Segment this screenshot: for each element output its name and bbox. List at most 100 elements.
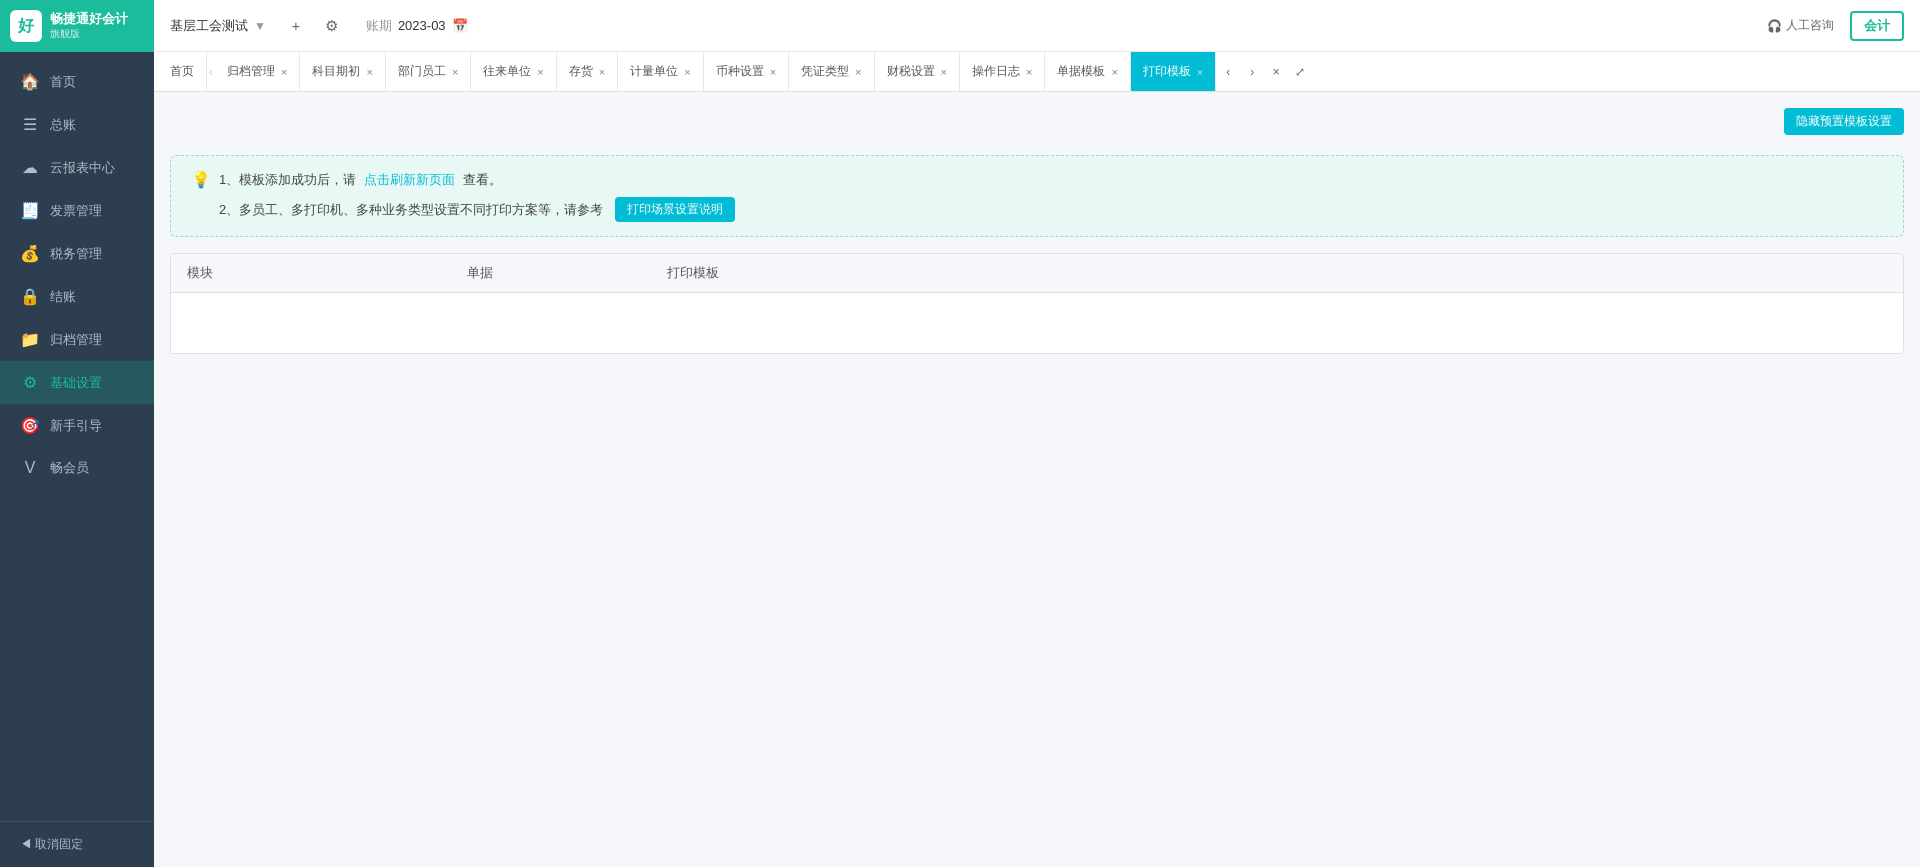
sidebar-item-guide[interactable]: 🎯 新手引导 bbox=[0, 404, 154, 447]
tax-icon: 💰 bbox=[20, 244, 40, 263]
tab-currency[interactable]: 币种设置 × bbox=[704, 52, 789, 92]
help-button[interactable]: 🎧 人工咨询 bbox=[1759, 13, 1842, 38]
notice-line1-suffix: 查看。 bbox=[463, 171, 502, 189]
sidebar-item-ledger[interactable]: ☰ 总账 bbox=[0, 103, 154, 146]
tab-prev-button[interactable]: ‹ bbox=[1216, 52, 1240, 92]
sidebar-item-label: 税务管理 bbox=[50, 245, 102, 263]
tab-unit[interactable]: 计量单位 × bbox=[618, 52, 703, 92]
sidebar-item-close[interactable]: 🔒 结账 bbox=[0, 275, 154, 318]
tab-subject-label: 科目期初 bbox=[312, 63, 360, 80]
tab-archive[interactable]: 归档管理 × bbox=[215, 52, 300, 92]
tab-close-icon[interactable]: × bbox=[1111, 66, 1117, 78]
sidebar-item-member[interactable]: V 畅会员 bbox=[0, 447, 154, 489]
project-name: 基层工会测试 bbox=[170, 17, 248, 35]
tab-home-label: 首页 bbox=[170, 63, 194, 80]
topbar-right: 🎧 人工咨询 会计 bbox=[1759, 11, 1904, 41]
tab-home[interactable]: 首页 bbox=[158, 52, 207, 92]
cloud-icon: ☁ bbox=[20, 158, 40, 177]
tab-tax-settings-label: 财税设置 bbox=[887, 63, 935, 80]
lock-icon: 🔒 bbox=[20, 287, 40, 306]
guide-icon: 🎯 bbox=[20, 416, 40, 435]
col-module: 模块 bbox=[187, 264, 467, 282]
tab-single-template-label: 单据模板 bbox=[1057, 63, 1105, 80]
logo-text-group: 畅捷通好会计 旗舰版 bbox=[50, 11, 128, 41]
sidebar-item-reports[interactable]: ☁ 云报表中心 bbox=[0, 146, 154, 189]
home-icon: 🏠 bbox=[20, 72, 40, 91]
tab-operation-log[interactable]: 操作日志 × bbox=[960, 52, 1045, 92]
tab-close-all-button[interactable]: × bbox=[1264, 52, 1288, 92]
toggle-template-button[interactable]: 隐藏预置模板设置 bbox=[1784, 108, 1904, 135]
tab-subject[interactable]: 科目期初 × bbox=[300, 52, 385, 92]
unpin-button[interactable]: ◀ 取消固定 bbox=[0, 821, 154, 867]
sidebar-item-archive[interactable]: 📁 归档管理 bbox=[0, 318, 154, 361]
sidebar-item-tax[interactable]: 💰 税务管理 bbox=[0, 232, 154, 275]
print-scene-button[interactable]: 打印场景设置说明 bbox=[615, 197, 735, 222]
data-table: 模块 单据 打印模板 bbox=[170, 253, 1904, 354]
tab-close-icon[interactable]: × bbox=[941, 66, 947, 78]
unpin-label: ◀ 取消固定 bbox=[20, 836, 83, 853]
tab-separator: ‹ bbox=[207, 65, 215, 79]
sidebar-item-label: 新手引导 bbox=[50, 417, 102, 435]
tab-close-icon[interactable]: × bbox=[855, 66, 861, 78]
tab-unit-label: 计量单位 bbox=[630, 63, 678, 80]
app-name: 畅捷通好会计 bbox=[50, 11, 128, 27]
sidebar-item-basic[interactable]: ⚙ 基础设置 bbox=[0, 361, 154, 404]
tab-archive-label: 归档管理 bbox=[227, 63, 275, 80]
period-label: 账期 bbox=[366, 17, 392, 35]
app-logo: 好 畅捷通好会计 旗舰版 bbox=[0, 0, 154, 52]
tab-print-template-label: 打印模板 bbox=[1143, 63, 1191, 80]
sidebar-item-label: 结账 bbox=[50, 288, 76, 306]
col-voucher: 单据 bbox=[467, 264, 667, 282]
sidebar-item-label: 归档管理 bbox=[50, 331, 102, 349]
notice-box: 💡 1、模板添加成功后，请 点击刷新新页面 查看。 2、多员工、多打印机、多种业… bbox=[170, 155, 1904, 237]
tab-print-template[interactable]: 打印模板 × bbox=[1131, 52, 1216, 92]
content-header: 隐藏预置模板设置 bbox=[170, 108, 1904, 145]
tab-close-icon[interactable]: × bbox=[684, 66, 690, 78]
topbar: 基层工会测试 ▼ + ⚙ 账期 2023-03 📅 🎧 人工咨询 会计 bbox=[154, 0, 1920, 52]
tab-close-icon[interactable]: × bbox=[770, 66, 776, 78]
notice-row-1: 💡 1、模板添加成功后，请 点击刷新新页面 查看。 bbox=[191, 170, 1883, 189]
tab-expand-button[interactable]: ⤢ bbox=[1288, 52, 1312, 92]
sidebar-item-home[interactable]: 🏠 首页 bbox=[0, 60, 154, 103]
notice-line1-prefix: 1、模板添加成功后，请 bbox=[219, 171, 356, 189]
kuaiji-button[interactable]: 会计 bbox=[1850, 11, 1904, 41]
tab-inventory-label: 存货 bbox=[569, 63, 593, 80]
member-icon: V bbox=[20, 459, 40, 477]
tabbar: 首页 ‹ 归档管理 × 科目期初 × 部门员工 × 往来单位 × 存货 × 计量… bbox=[154, 52, 1920, 92]
logo-icon: 好 bbox=[10, 10, 42, 42]
tab-close-icon[interactable]: × bbox=[599, 66, 605, 78]
sidebar-item-label: 首页 bbox=[50, 73, 76, 91]
tab-close-icon[interactable]: × bbox=[1026, 66, 1032, 78]
add-tab-button[interactable]: + bbox=[282, 12, 310, 40]
period-value: 2023-03 bbox=[398, 18, 446, 33]
bulb-icon: 💡 bbox=[191, 170, 211, 189]
calendar-icon[interactable]: 📅 bbox=[452, 18, 468, 33]
topbar-actions: + ⚙ bbox=[282, 12, 346, 40]
tab-close-icon[interactable]: × bbox=[537, 66, 543, 78]
sidebar-nav: 🏠 首页 ☰ 总账 ☁ 云报表中心 🧾 发票管理 💰 税务管理 🔒 结账 📁 归… bbox=[0, 52, 154, 821]
tab-close-icon[interactable]: × bbox=[281, 66, 287, 78]
tab-inventory[interactable]: 存货 × bbox=[557, 52, 618, 92]
tab-close-icon[interactable]: × bbox=[1197, 66, 1203, 78]
sidebar-item-invoice[interactable]: 🧾 发票管理 bbox=[0, 189, 154, 232]
refresh-link[interactable]: 点击刷新新页面 bbox=[364, 171, 455, 189]
notice-line2-prefix: 2、多员工、多打印机、多种业务类型设置不同打印方案等，请参考 bbox=[219, 201, 603, 219]
sidebar-item-label: 发票管理 bbox=[50, 202, 102, 220]
app-edition: 旗舰版 bbox=[50, 27, 128, 41]
sidebar-item-label: 云报表中心 bbox=[50, 159, 115, 177]
tab-tax-settings[interactable]: 财税设置 × bbox=[875, 52, 960, 92]
tab-department[interactable]: 部门员工 × bbox=[386, 52, 471, 92]
sidebar-item-label: 总账 bbox=[50, 116, 76, 134]
tab-voucher-type[interactable]: 凭证类型 × bbox=[789, 52, 874, 92]
tab-close-icon[interactable]: × bbox=[452, 66, 458, 78]
tab-single-template[interactable]: 单据模板 × bbox=[1045, 52, 1130, 92]
settings-button[interactable]: ⚙ bbox=[318, 12, 346, 40]
tab-department-label: 部门员工 bbox=[398, 63, 446, 80]
project-selector[interactable]: 基层工会测试 ▼ bbox=[170, 17, 266, 35]
tab-partner[interactable]: 往来单位 × bbox=[471, 52, 556, 92]
tab-close-icon[interactable]: × bbox=[366, 66, 372, 78]
headset-icon: 🎧 bbox=[1767, 19, 1782, 33]
table-header: 模块 单据 打印模板 bbox=[171, 254, 1903, 293]
tab-next-button[interactable]: › bbox=[1240, 52, 1264, 92]
table-body bbox=[171, 293, 1903, 353]
